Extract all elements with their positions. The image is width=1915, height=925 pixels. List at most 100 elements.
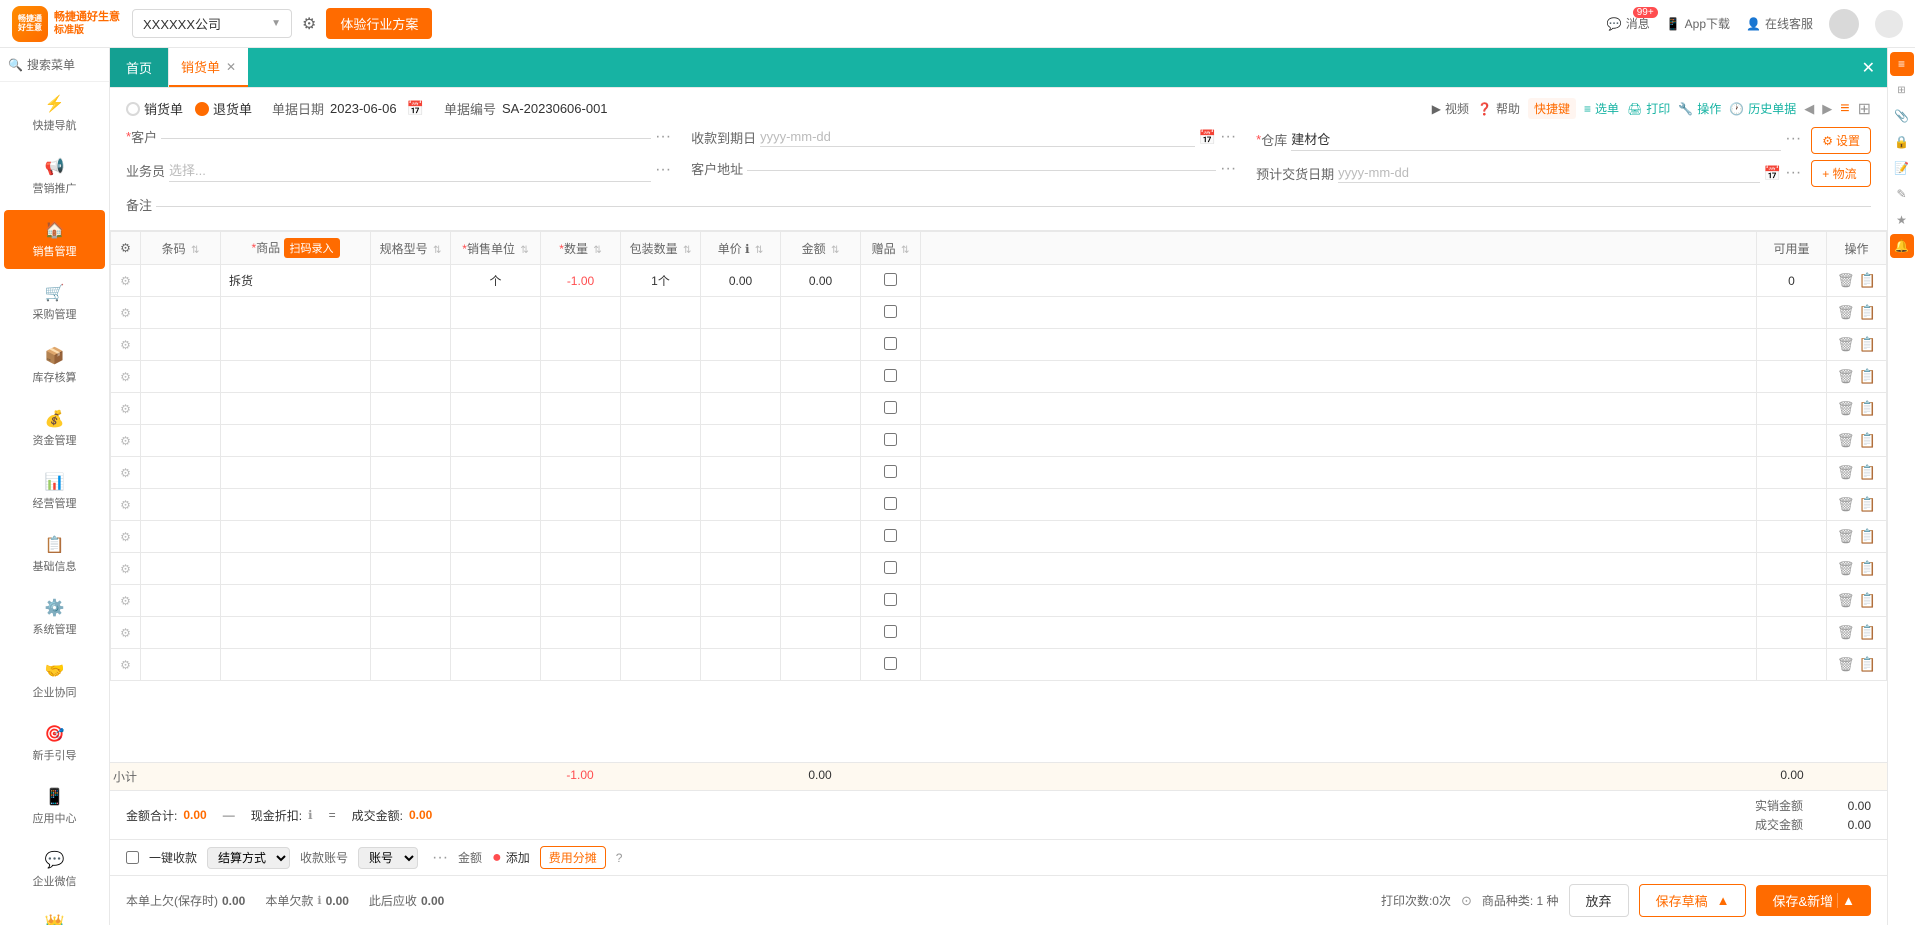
row-spec[interactable] bbox=[371, 425, 451, 457]
receipt-dots-btn[interactable]: ··· bbox=[1220, 128, 1236, 146]
discard-button[interactable]: 放弃 bbox=[1569, 884, 1629, 917]
row-unit[interactable] bbox=[451, 585, 541, 617]
delete-icon[interactable]: 🗑 bbox=[1837, 368, 1855, 385]
right-panel-star-icon[interactable]: ★ bbox=[1890, 208, 1914, 232]
row-barcode[interactable] bbox=[141, 489, 221, 521]
row-amount[interactable] bbox=[781, 617, 861, 649]
customer-address-input[interactable] bbox=[747, 166, 1216, 171]
row-unit[interactable] bbox=[451, 361, 541, 393]
tab-close-icon[interactable]: ✕ bbox=[226, 60, 236, 74]
row-unit[interactable]: 个 bbox=[451, 265, 541, 297]
row-spec[interactable] bbox=[371, 361, 451, 393]
operate-btn[interactable]: 🔧 操作 bbox=[1678, 100, 1721, 117]
row-pack-qty[interactable] bbox=[621, 425, 701, 457]
row-settings[interactable]: ⚙ bbox=[111, 457, 141, 489]
row-quantity[interactable] bbox=[541, 553, 621, 585]
row-amount[interactable] bbox=[781, 297, 861, 329]
row-spec[interactable] bbox=[371, 617, 451, 649]
sidebar-item-quick-nav[interactable]: ⚡ 快捷导航 bbox=[4, 84, 105, 143]
row-unit[interactable] bbox=[451, 617, 541, 649]
th-gift[interactable]: 赠品 ⇅ bbox=[861, 232, 921, 265]
row-product[interactable] bbox=[221, 553, 371, 585]
delete-icon[interactable]: 🗑 bbox=[1837, 624, 1855, 641]
row-gift[interactable] bbox=[861, 297, 921, 329]
copy-icon[interactable]: 📋 bbox=[1859, 560, 1876, 577]
row-unit-price[interactable] bbox=[701, 649, 781, 681]
row-pack-qty[interactable] bbox=[621, 329, 701, 361]
row-spec[interactable] bbox=[371, 329, 451, 361]
row-settings[interactable]: ⚙ bbox=[111, 425, 141, 457]
help-btn[interactable]: ❓ 帮助 bbox=[1477, 100, 1520, 117]
account-select[interactable]: 账号 bbox=[358, 847, 418, 869]
row-settings[interactable]: ⚙ bbox=[111, 393, 141, 425]
customer-input[interactable] bbox=[161, 134, 651, 139]
row-remark[interactable] bbox=[921, 649, 1757, 681]
row-product[interactable] bbox=[221, 457, 371, 489]
logistics-button[interactable]: + 物流 bbox=[1811, 160, 1871, 187]
row-barcode[interactable] bbox=[141, 521, 221, 553]
row-product[interactable] bbox=[221, 617, 371, 649]
row-barcode[interactable] bbox=[141, 457, 221, 489]
th-unit-price[interactable]: 单价 ℹ ⇅ bbox=[701, 232, 781, 265]
sidebar-item-apps[interactable]: 📱 应用中心 bbox=[4, 777, 105, 836]
row-quantity[interactable] bbox=[541, 457, 621, 489]
sidebar-item-finance[interactable]: 💰 资金管理 bbox=[4, 399, 105, 458]
row-spec[interactable] bbox=[371, 521, 451, 553]
row-pack-qty[interactable] bbox=[621, 361, 701, 393]
row-quantity[interactable] bbox=[541, 425, 621, 457]
row-settings[interactable]: ⚙ bbox=[111, 553, 141, 585]
salesperson-input[interactable]: 选择... bbox=[169, 158, 651, 182]
discount-info-icon[interactable]: ℹ bbox=[308, 808, 313, 822]
gear-icon[interactable]: ⚙ bbox=[302, 14, 316, 34]
payment-dots-btn[interactable]: ··· bbox=[432, 849, 448, 867]
row-unit-price[interactable] bbox=[701, 393, 781, 425]
row-gift[interactable] bbox=[861, 649, 921, 681]
row-product[interactable] bbox=[221, 329, 371, 361]
row-remark[interactable] bbox=[921, 617, 1757, 649]
row-unit-price[interactable] bbox=[701, 329, 781, 361]
shortcut-btn[interactable]: 快捷键 bbox=[1528, 98, 1576, 119]
th-unit[interactable]: *销售单位 ⇅ bbox=[451, 232, 541, 265]
row-quantity[interactable] bbox=[541, 329, 621, 361]
row-unit[interactable] bbox=[451, 489, 541, 521]
row-unit[interactable] bbox=[451, 521, 541, 553]
delete-icon[interactable]: 🗑 bbox=[1837, 272, 1855, 289]
row-spec[interactable] bbox=[371, 265, 451, 297]
row-remark[interactable] bbox=[921, 457, 1757, 489]
row-quantity[interactable]: -1.00 bbox=[541, 265, 621, 297]
row-unit-price[interactable] bbox=[701, 585, 781, 617]
delete-icon[interactable]: 🗑 bbox=[1837, 656, 1855, 673]
window-close-icon[interactable]: ✕ bbox=[1850, 58, 1887, 78]
th-available[interactable]: 可用量 bbox=[1757, 232, 1827, 265]
copy-icon[interactable]: 📋 bbox=[1859, 496, 1876, 513]
row-amount[interactable] bbox=[781, 425, 861, 457]
row-gift[interactable] bbox=[861, 457, 921, 489]
row-amount[interactable] bbox=[781, 361, 861, 393]
row-settings[interactable]: ⚙ bbox=[111, 489, 141, 521]
row-product[interactable] bbox=[221, 361, 371, 393]
row-settings[interactable]: ⚙ bbox=[111, 521, 141, 553]
tab-home[interactable]: 首页 bbox=[110, 48, 169, 87]
copy-icon[interactable]: 📋 bbox=[1859, 336, 1876, 353]
settings-button[interactable]: ⚙ 设置 bbox=[1811, 127, 1871, 154]
row-product[interactable] bbox=[221, 297, 371, 329]
layout-grid-icon[interactable]: ⊞ bbox=[1858, 99, 1871, 119]
online-service-item[interactable]: 👤 在线客服 bbox=[1746, 15, 1813, 32]
row-amount[interactable] bbox=[781, 457, 861, 489]
row-spec[interactable] bbox=[371, 297, 451, 329]
row-settings[interactable]: ⚙ bbox=[111, 649, 141, 681]
th-spec[interactable]: 规格型号 ⇅ bbox=[371, 232, 451, 265]
customer-dots-btn[interactable]: ··· bbox=[655, 128, 671, 146]
expense-button[interactable]: 费用分摊 bbox=[540, 846, 606, 869]
row-unit-price[interactable] bbox=[701, 297, 781, 329]
th-settings[interactable]: ⚙ bbox=[111, 232, 141, 265]
select-btn[interactable]: ≡ 选单 bbox=[1584, 100, 1619, 117]
row-quantity[interactable] bbox=[541, 521, 621, 553]
copy-icon[interactable]: 📋 bbox=[1859, 624, 1876, 641]
sidebar-item-member[interactable]: 👑 畅会员 bbox=[4, 903, 105, 925]
warehouse-dots-btn[interactable]: ··· bbox=[1785, 130, 1801, 148]
row-spec[interactable] bbox=[371, 553, 451, 585]
row-unit-price[interactable] bbox=[701, 361, 781, 393]
scan-barcode-button[interactable]: 扫码录入 bbox=[284, 238, 340, 258]
copy-icon[interactable]: 📋 bbox=[1859, 656, 1876, 673]
